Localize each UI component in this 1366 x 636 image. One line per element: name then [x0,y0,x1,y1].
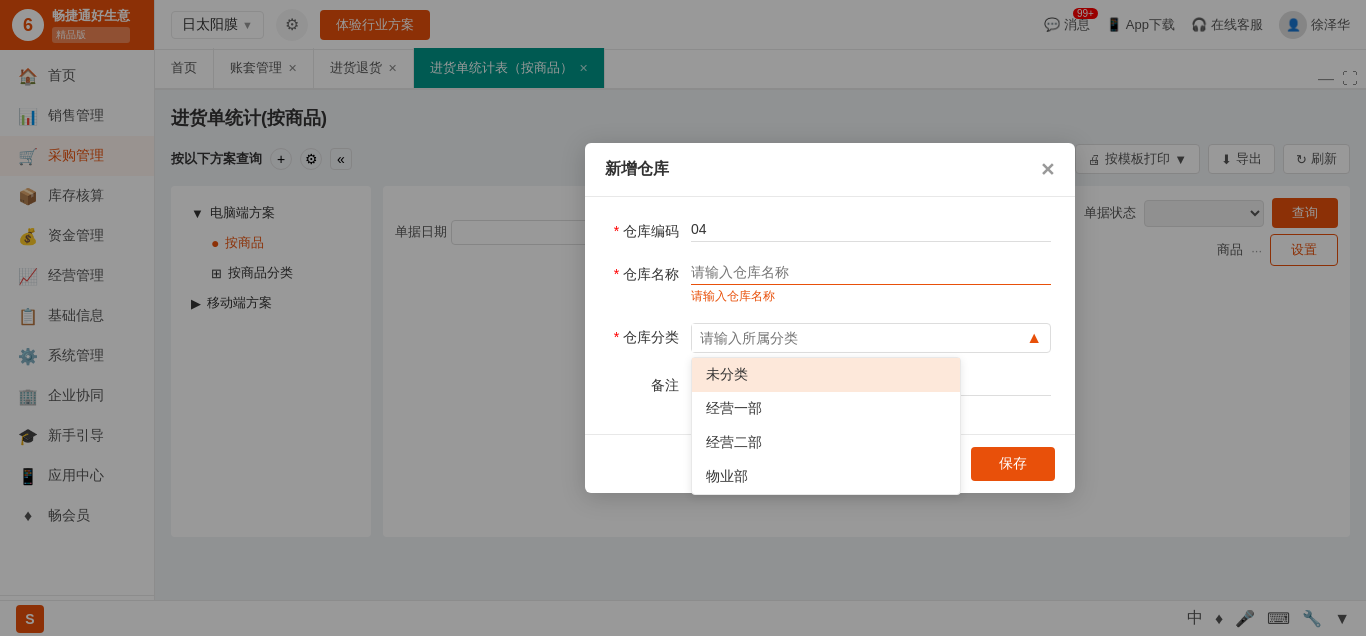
warehouse-code-label: 仓库编码 [609,217,679,241]
warehouse-name-row: 仓库名称 请输入仓库名称 [609,260,1051,305]
category-input-wrap: ▲ [691,323,1051,353]
dialog-add-warehouse: 新增仓库 ✕ 仓库编码 仓库名称 请输入仓库名称 仓库分类 ▲ [585,143,1075,493]
warehouse-name-field: 请输入仓库名称 [691,260,1051,305]
warehouse-code-field [691,217,1051,242]
warehouse-name-error: 请输入仓库名称 [691,288,1051,305]
warehouse-category-row: 仓库分类 ▲ 未分类 经营一部 经营二部 物业部 [609,323,1051,353]
category-dropdown: 未分类 经营一部 经营二部 物业部 [691,357,961,495]
warehouse-code-row: 仓库编码 [609,217,1051,242]
dropdown-item-property[interactable]: 物业部 [692,460,960,494]
dropdown-item-dept1[interactable]: 经营一部 [692,392,960,426]
dialog-header: 新增仓库 ✕ [585,143,1075,197]
dialog-body: 仓库编码 仓库名称 请输入仓库名称 仓库分类 ▲ 未分类 [585,197,1075,434]
category-input[interactable] [692,324,1018,352]
warehouse-category-field: ▲ 未分类 经营一部 经营二部 物业部 [691,323,1051,353]
note-label: 备注 [609,371,679,395]
warehouse-name-input[interactable] [691,260,1051,285]
warehouse-category-label: 仓库分类 [609,323,679,347]
dialog-close-icon[interactable]: ✕ [1040,161,1055,179]
dialog-title: 新增仓库 [605,159,669,180]
dropdown-item-uncategorized[interactable]: 未分类 [692,358,960,392]
warehouse-name-label: 仓库名称 [609,260,679,284]
warehouse-code-input[interactable] [691,217,1051,242]
dropdown-item-dept2[interactable]: 经营二部 [692,426,960,460]
save-btn[interactable]: 保存 [971,447,1055,481]
category-toggle-icon[interactable]: ▲ [1018,329,1050,347]
